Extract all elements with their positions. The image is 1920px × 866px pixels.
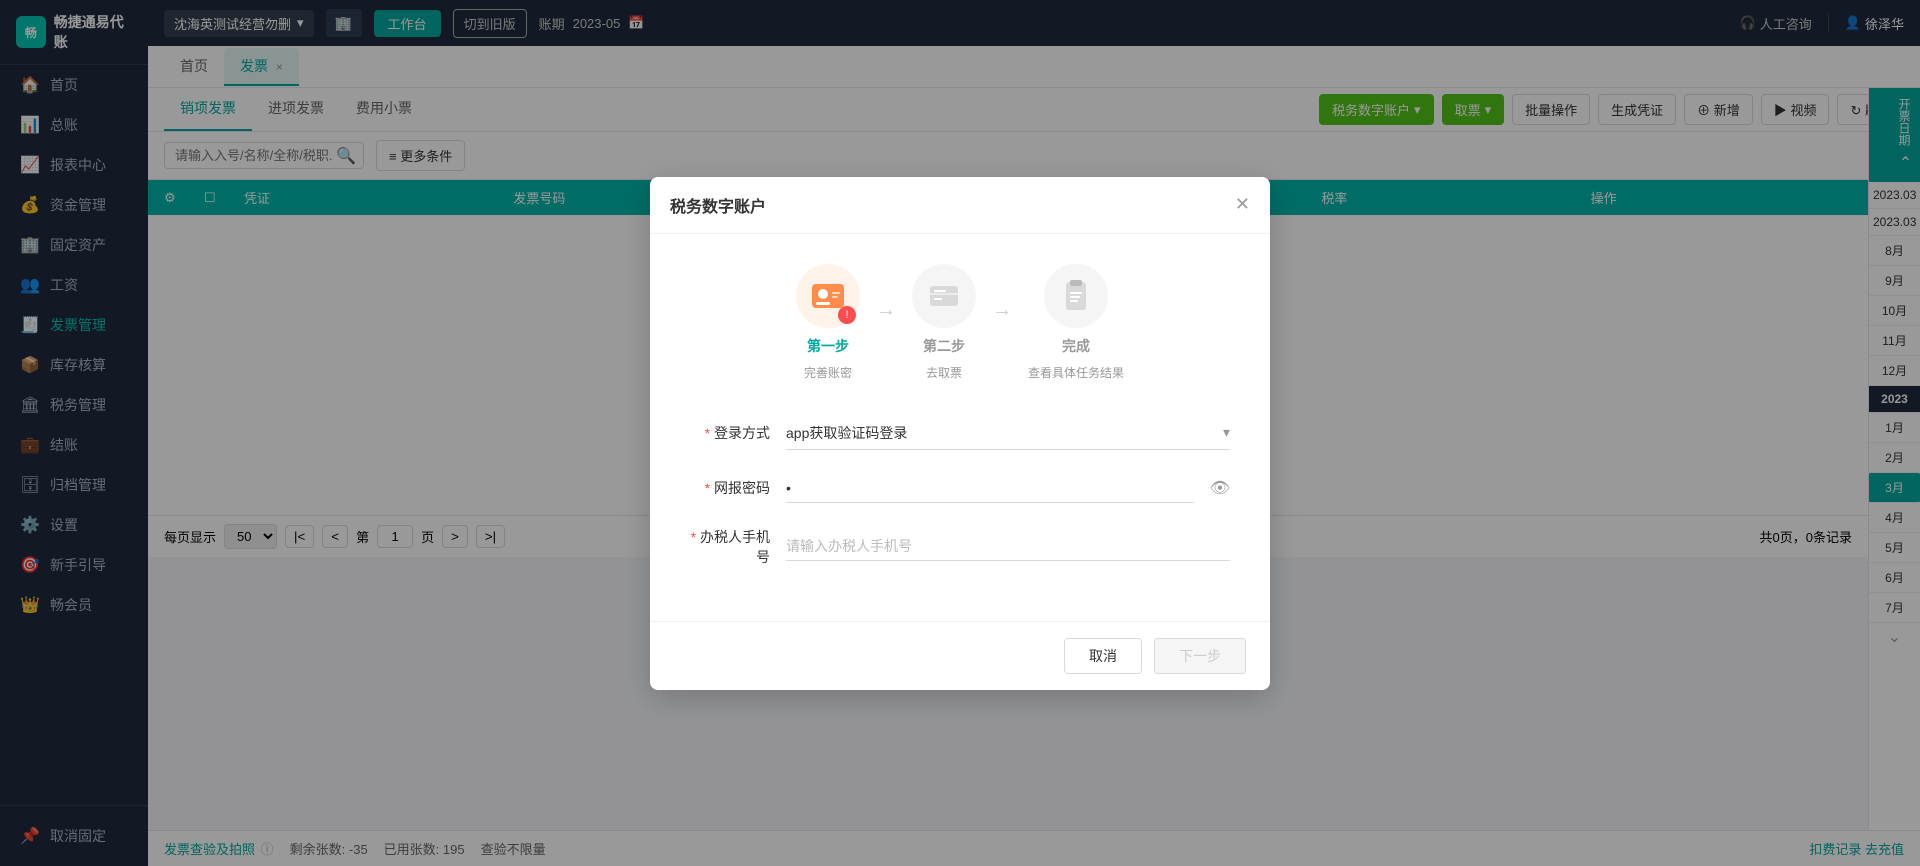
step-3-sub: 查看具体任务结果 — [1028, 364, 1124, 381]
form-row-phone: 办税人手机号 — [690, 527, 1230, 567]
steps: ! 第一步 完善账密 → — [690, 264, 1230, 381]
login-method-label: 登录方式 — [690, 423, 770, 443]
modal: 税务数字账户 ✕ ! — [650, 177, 1270, 690]
step-2: 第二步 去取票 — [912, 264, 976, 381]
modal-overlay: 税务数字账户 ✕ ! — [0, 0, 1920, 866]
chevron-down-select-icon: ▾ — [1223, 424, 1230, 441]
next-btn[interactable]: 下一步 — [1154, 638, 1246, 674]
form-row-password: 网报密码 👁 — [690, 474, 1230, 503]
arrow-2: → — [992, 299, 1012, 322]
step-3: 完成 查看具体任务结果 — [1028, 264, 1124, 381]
step-1: ! 第一步 完善账密 — [796, 264, 860, 381]
clipboard-icon — [1056, 276, 1096, 316]
modal-footer: 取消 下一步 — [650, 621, 1270, 690]
step-1-label: 第一步 — [807, 336, 849, 356]
cancel-btn[interactable]: 取消 — [1064, 638, 1142, 674]
form-row-login: 登录方式 app获取验证码登录 ▾ — [690, 417, 1230, 450]
password-label: 网报密码 — [690, 478, 770, 498]
ticket-icon — [924, 276, 964, 316]
step-3-icon-wrap — [1044, 264, 1108, 328]
login-method-value: app获取验证码登录 — [786, 423, 907, 443]
step-1-badge: ! — [838, 306, 856, 324]
modal-title: 税务数字账户 — [670, 193, 766, 217]
step-2-icon-wrap — [912, 264, 976, 328]
eye-icon[interactable]: 👁 — [1210, 478, 1230, 498]
login-method-select[interactable]: app获取验证码登录 ▾ — [786, 417, 1230, 450]
step-2-sub: 去取票 — [926, 364, 962, 381]
modal-body: ! 第一步 完善账密 → — [650, 234, 1270, 621]
phone-input[interactable] — [786, 532, 1230, 561]
arrow-1: → — [876, 299, 896, 322]
step-3-label: 完成 — [1062, 336, 1090, 356]
phone-label: 办税人手机号 — [690, 527, 770, 567]
password-input[interactable] — [786, 474, 1194, 503]
step-2-label: 第二步 — [923, 336, 965, 356]
step-1-sub: 完善账密 — [804, 364, 852, 381]
modal-header: 税务数字账户 ✕ — [650, 177, 1270, 234]
step-1-icon-wrap: ! — [796, 264, 860, 328]
modal-close-btn[interactable]: ✕ — [1235, 194, 1250, 215]
